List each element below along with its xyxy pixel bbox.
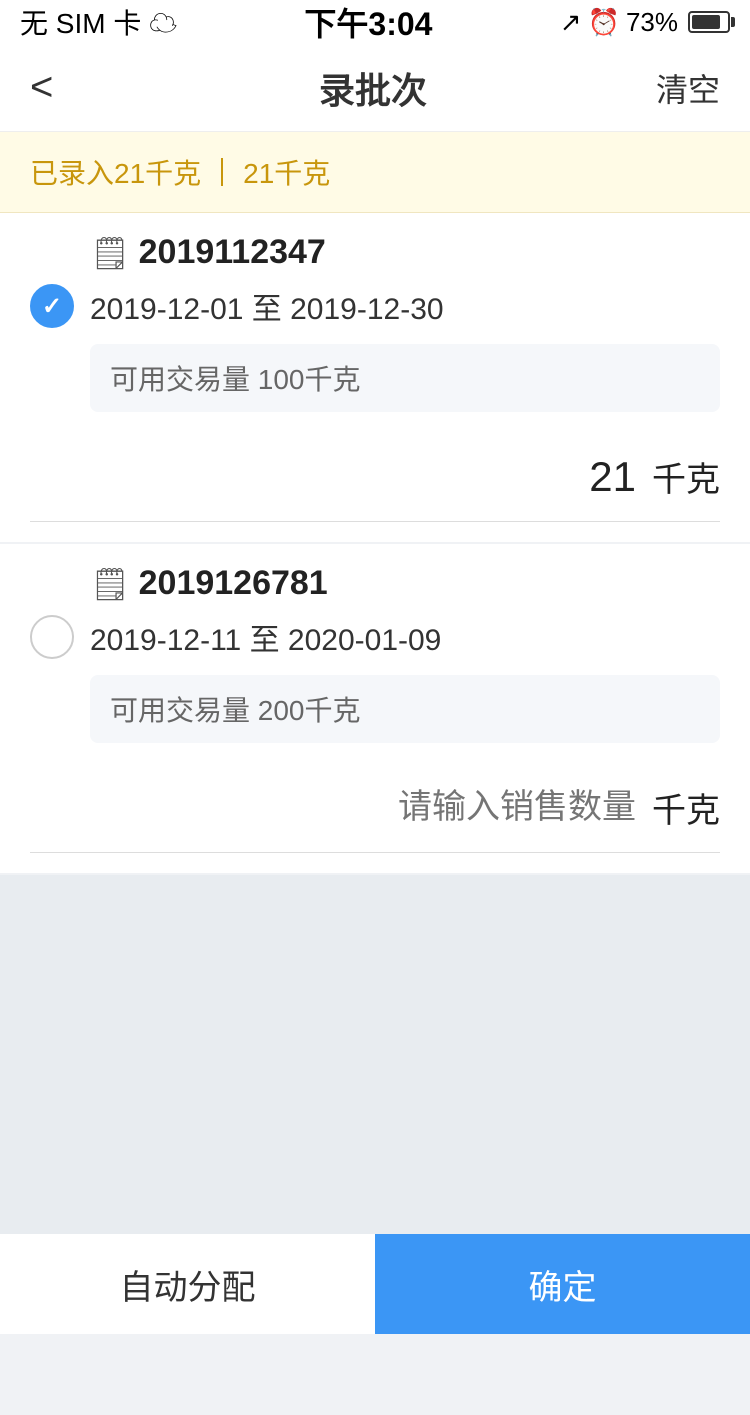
batch-id-icon-1: 🗒 [90,234,131,272]
quantity-unit-1: 千克 [652,452,720,501]
radio-1[interactable] [30,284,74,328]
auto-distribute-button[interactable]: 自动分配 [0,1234,375,1334]
quantity-row-1: 21 千克 [0,432,750,501]
batch-id-row-1: 🗒 2019112347 [30,233,720,272]
batch-id-2: 2019126781 [139,564,328,603]
recorded-amount: 已录入21千克 [30,152,201,192]
bottom-bar: 自动分配 确定 [0,1234,750,1334]
page-title: 录批次 [319,62,427,114]
nav-bar: < 录批次 清空 [0,44,750,132]
batch-date-row-2[interactable]: 2019-12-11 至 2020-01-09 [30,615,720,659]
batch-date-row-1[interactable]: 2019-12-01 至 2019-12-30 [30,284,720,328]
batch-id-1: 2019112347 [139,233,326,272]
batch-id-icon-2: 🗒 [90,565,131,603]
batch-availability-2: 可用交易量 200千克 [90,675,720,743]
batch-date-1: 2019-12-01 至 2019-12-30 [90,284,444,328]
sim-text: 无 SIM 卡 ☁ [20,2,177,42]
radio-2[interactable] [30,615,74,659]
clear-button[interactable]: 清空 [656,65,720,111]
status-left: 无 SIM 卡 ☁ [20,2,177,42]
content-area: 🗒 2019112347 2019-12-01 至 2019-12-30 可用交… [0,213,750,1315]
status-time: 下午3:04 [304,0,432,45]
total-amount: 21千克 [243,152,330,192]
info-divider [221,158,223,186]
batch-availability-1: 可用交易量 100千克 [90,344,720,412]
alarm-icon: ⏰ [588,7,620,38]
input-row-2[interactable]: 千克 [0,763,750,832]
status-right: ↗ ⏰ 73% [560,7,730,38]
batch-item-2: 🗒 2019126781 2019-12-11 至 2020-01-09 可用交… [0,544,750,873]
batch-date-2: 2019-12-11 至 2020-01-09 [90,615,441,659]
confirm-button[interactable]: 确定 [375,1234,750,1334]
back-button[interactable]: < [30,65,90,110]
input-unit-2: 千克 [652,783,720,832]
batch-id-row-2: 🗒 2019126781 [30,564,720,603]
quantity-input-2[interactable] [30,788,636,827]
status-bar: 无 SIM 卡 ☁ 下午3:04 ↗ ⏰ 73% [0,0,750,44]
quantity-value-1: 21 [589,453,636,501]
battery-text: 73% [626,7,678,38]
battery-icon [688,11,730,33]
batch-item-1: 🗒 2019112347 2019-12-01 至 2019-12-30 可用交… [0,213,750,542]
info-bar: 已录入21千克 21千克 [0,132,750,213]
location-icon: ↗ [560,7,582,38]
